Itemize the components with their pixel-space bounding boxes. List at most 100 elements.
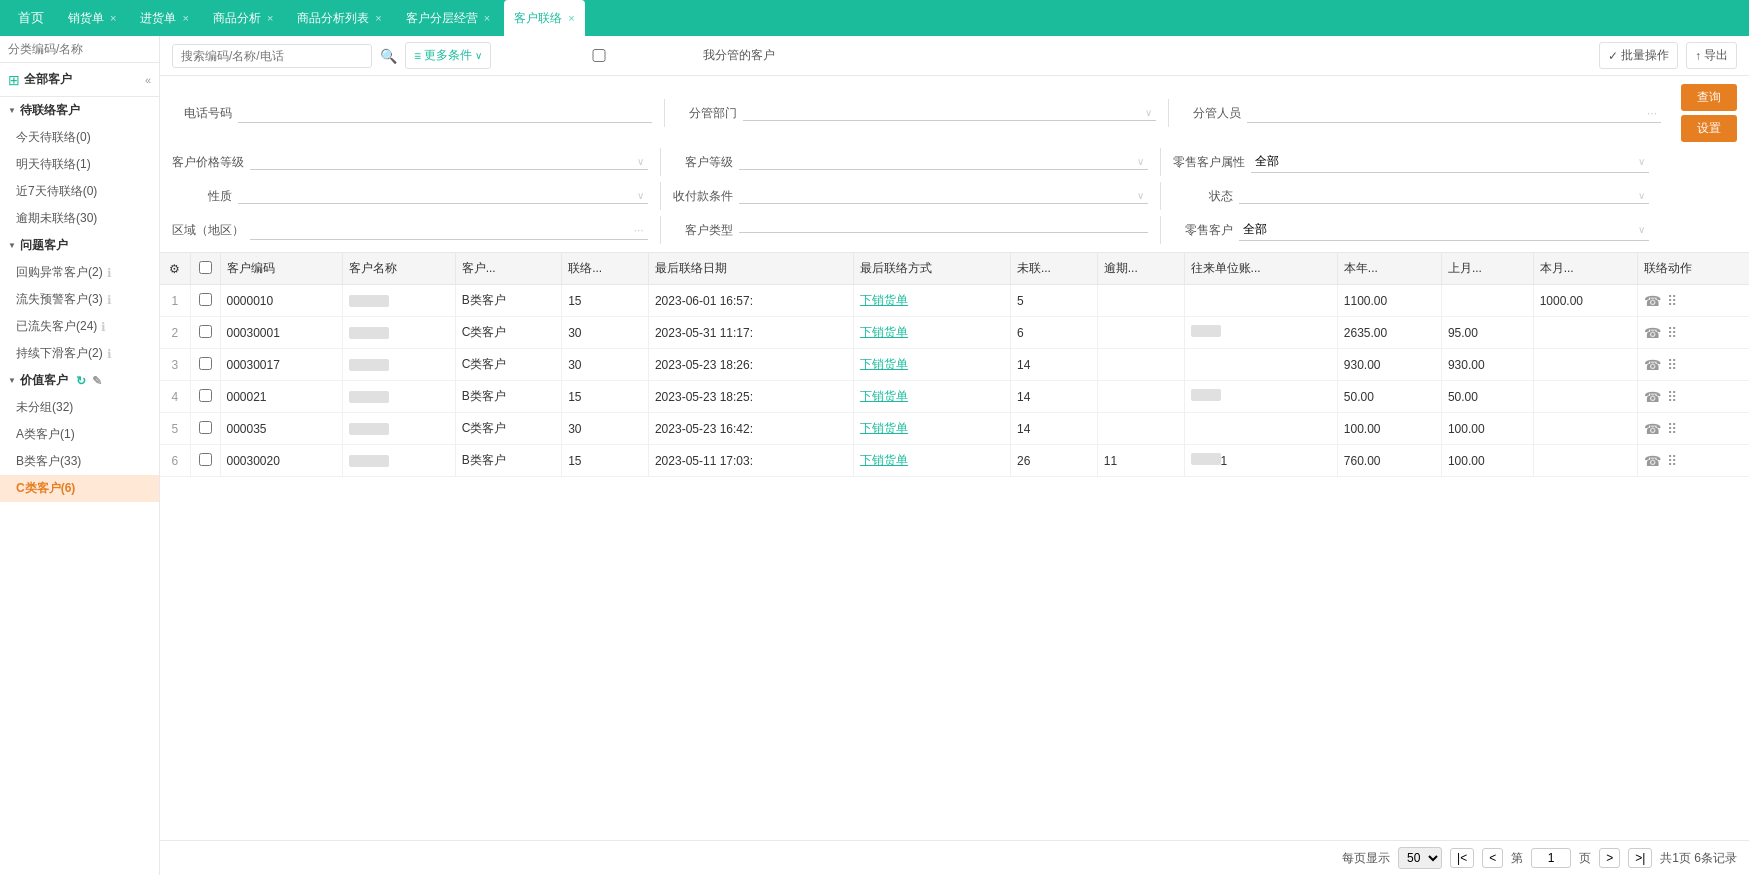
col-last-contact-date-header[interactable]: 最后联络日期 xyxy=(648,253,853,285)
sidebar-section-value[interactable]: ▼ 价值客户 ↻ ✎ xyxy=(0,367,159,394)
col-checkbox-header[interactable] xyxy=(190,253,220,285)
edit-icon[interactable]: ✎ xyxy=(92,374,102,388)
nav-tab-4[interactable]: 商品分析列表 × xyxy=(287,0,391,36)
close-tab-4-icon[interactable]: × xyxy=(375,12,381,24)
close-tab-3-icon[interactable]: × xyxy=(267,12,273,24)
page-size-select[interactable]: 50 xyxy=(1398,847,1442,869)
col-settings-header[interactable]: ⚙ xyxy=(160,253,190,285)
payment-select[interactable]: ∨ xyxy=(739,188,1149,204)
nav-tab-3[interactable]: 商品分析 × xyxy=(203,0,283,36)
sidebar-item-declining[interactable]: 持续下滑客户(2) ℹ xyxy=(0,340,159,367)
query-button[interactable]: 查询 xyxy=(1681,84,1737,111)
contact-action-icon-5[interactable]: ☎ xyxy=(1644,453,1661,469)
col-this-year-header[interactable]: 本年... xyxy=(1337,253,1441,285)
more-action-icon-0[interactable]: ⠿ xyxy=(1667,293,1677,309)
nav-home[interactable]: 首页 xyxy=(8,0,54,36)
contact-action-icon-0[interactable]: ☎ xyxy=(1644,293,1661,309)
col-ctype-header[interactable]: 客户... xyxy=(455,253,561,285)
select-all-checkbox[interactable] xyxy=(199,261,212,274)
dept-select[interactable]: ∨ xyxy=(743,105,1157,121)
sidebar-item-churned[interactable]: 已流失客户(24) ℹ xyxy=(0,313,159,340)
first-page-button[interactable]: |< xyxy=(1450,848,1474,868)
row-last-method-1[interactable]: 下销货单 xyxy=(854,317,1011,349)
customer-level-select[interactable]: ∨ xyxy=(739,154,1149,170)
sidebar-item-churn-warning[interactable]: 流失预警客户(3) ℹ xyxy=(0,286,159,313)
close-tab-1-icon[interactable]: × xyxy=(110,12,116,24)
row-checkbox-cell-5[interactable] xyxy=(190,445,220,477)
export-button[interactable]: ↑ 导出 xyxy=(1686,42,1737,69)
nav-tab-5[interactable]: 客户分层经营 × xyxy=(396,0,500,36)
row-last-method-4[interactable]: 下销货单 xyxy=(854,413,1011,445)
retail-attr-select[interactable]: 全部 ∨ xyxy=(1251,151,1649,173)
refresh-icon[interactable]: ↻ xyxy=(76,374,86,388)
col-name-header[interactable]: 客户名称 xyxy=(343,253,456,285)
sidebar-item-unclassified[interactable]: 未分组(32) xyxy=(0,394,159,421)
col-code-header[interactable]: 客户编码 xyxy=(220,253,343,285)
row-checkbox-cell-2[interactable] xyxy=(190,349,220,381)
row-last-method-2[interactable]: 下销货单 xyxy=(854,349,1011,381)
page-number-input[interactable] xyxy=(1531,848,1571,868)
row-checkbox-5[interactable] xyxy=(199,453,212,466)
more-action-icon-1[interactable]: ⠿ xyxy=(1667,325,1677,341)
more-action-icon-2[interactable]: ⠿ xyxy=(1667,357,1677,373)
contact-action-icon-4[interactable]: ☎ xyxy=(1644,421,1661,437)
row-checkbox-1[interactable] xyxy=(199,325,212,338)
close-tab-6-icon[interactable]: × xyxy=(568,12,574,24)
row-last-method-0[interactable]: 下销货单 xyxy=(854,285,1011,317)
customer-type-select[interactable] xyxy=(739,228,1149,233)
last-page-button[interactable]: >| xyxy=(1628,848,1652,868)
sidebar-item-7days[interactable]: 近7天待联络(0) xyxy=(0,178,159,205)
sidebar-item-overdue[interactable]: 逾期未联络(30) xyxy=(0,205,159,232)
batch-operations-button[interactable]: ✓ 批量操作 xyxy=(1599,42,1678,69)
status-select[interactable]: ∨ xyxy=(1239,188,1649,204)
next-page-button[interactable]: > xyxy=(1599,848,1620,868)
contact-action-icon-2[interactable]: ☎ xyxy=(1644,357,1661,373)
sidebar-item-c-class[interactable]: C类客户(6) xyxy=(0,475,159,502)
nav-tab-1[interactable]: 销货单 × xyxy=(58,0,126,36)
col-account-header[interactable]: 往来单位账... xyxy=(1184,253,1337,285)
contact-action-icon-1[interactable]: ☎ xyxy=(1644,325,1661,341)
row-checkbox-4[interactable] xyxy=(199,421,212,434)
sidebar-search-input[interactable] xyxy=(8,42,158,56)
collapse-icon[interactable]: « xyxy=(145,74,151,86)
row-last-method-5[interactable]: 下销货单 xyxy=(854,445,1011,477)
contact-action-icon-3[interactable]: ☎ xyxy=(1644,389,1661,405)
col-this-month-header[interactable]: 本月... xyxy=(1533,253,1637,285)
nature-select[interactable]: ∨ xyxy=(238,188,648,204)
row-checkbox-cell-0[interactable] xyxy=(190,285,220,317)
close-tab-5-icon[interactable]: × xyxy=(484,12,490,24)
row-checkbox-cell-4[interactable] xyxy=(190,413,220,445)
col-last-month-header[interactable]: 上月... xyxy=(1441,253,1533,285)
col-last-contact-method-header[interactable]: 最后联络方式 xyxy=(854,253,1011,285)
nav-tab-2[interactable]: 进货单 × xyxy=(130,0,198,36)
more-conditions-button[interactable]: ≡ 更多条件 ∨ xyxy=(405,42,491,69)
sidebar-item-b-class[interactable]: B类客户(33) xyxy=(0,448,159,475)
row-checkbox-cell-3[interactable] xyxy=(190,381,220,413)
retail-customer-select[interactable]: 全部 ∨ xyxy=(1239,219,1649,241)
sidebar-item-tomorrow[interactable]: 明天待联络(1) xyxy=(0,151,159,178)
row-checkbox-cell-1[interactable] xyxy=(190,317,220,349)
row-checkbox-3[interactable] xyxy=(199,389,212,402)
search-input[interactable] xyxy=(172,44,372,68)
more-action-icon-3[interactable]: ⠿ xyxy=(1667,389,1677,405)
sidebar-section-pending[interactable]: ▼ 待联络客户 xyxy=(0,97,159,124)
phone-input[interactable] xyxy=(238,104,652,123)
search-button-icon[interactable]: 🔍 xyxy=(380,48,397,64)
row-checkbox-0[interactable] xyxy=(199,293,212,306)
all-customers-item[interactable]: ⊞ 全部客户 « xyxy=(0,63,159,97)
col-un-contact-header[interactable]: 未联... xyxy=(1010,253,1097,285)
close-tab-2-icon[interactable]: × xyxy=(182,12,188,24)
person-select[interactable]: ··· xyxy=(1247,104,1661,123)
my-customers-checkbox-label[interactable]: 我分管的客户 xyxy=(499,47,775,64)
col-contact-header[interactable]: 联络... xyxy=(562,253,649,285)
col-overdue-header[interactable]: 逾期... xyxy=(1097,253,1184,285)
nav-tab-6[interactable]: 客户联络 × xyxy=(504,0,584,36)
sidebar-item-today[interactable]: 今天待联络(0) xyxy=(0,124,159,151)
sidebar-section-problem[interactable]: ▼ 问题客户 xyxy=(0,232,159,259)
prev-page-button[interactable]: < xyxy=(1482,848,1503,868)
region-select[interactable]: ··· xyxy=(250,221,648,240)
my-customers-checkbox[interactable] xyxy=(499,49,699,62)
more-action-icon-4[interactable]: ⠿ xyxy=(1667,421,1677,437)
more-action-icon-5[interactable]: ⠿ xyxy=(1667,453,1677,469)
row-last-method-3[interactable]: 下销货单 xyxy=(854,381,1011,413)
